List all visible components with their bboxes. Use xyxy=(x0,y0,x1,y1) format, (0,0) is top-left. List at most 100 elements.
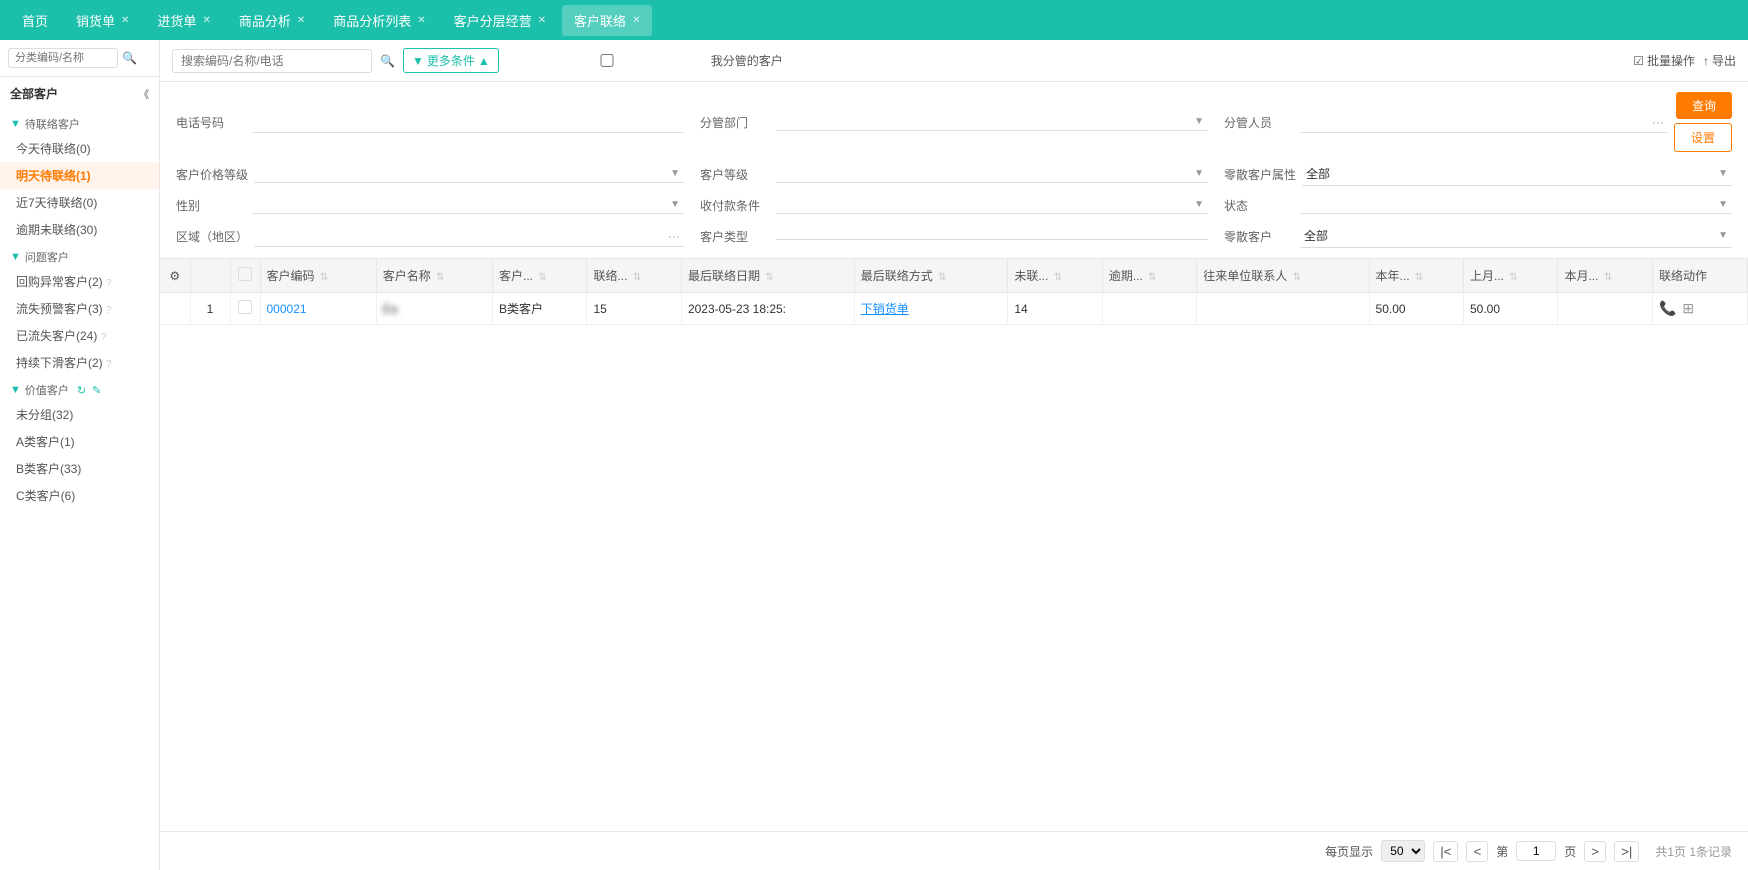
export-button[interactable]: ↑ 导出 xyxy=(1703,52,1736,69)
col-unit-contact[interactable]: 往来单位联系人 ⇅ xyxy=(1197,259,1369,293)
region-select[interactable]: ··· xyxy=(254,226,684,247)
col-no-contact[interactable]: 未联... ⇅ xyxy=(1008,259,1102,293)
my-customers-check[interactable] xyxy=(507,54,707,67)
retail-attr-select[interactable]: 全部 ▼ xyxy=(1302,162,1732,186)
filter-retail-customer: 零散客户 全部 ▼ xyxy=(1224,224,1732,248)
sidebar: 🔍 全部客户 《 ▼ 待联络客户 今天待联络(0) 明天待联络(1) 近7天待联… xyxy=(0,40,160,870)
action-phone-icon[interactable]: 📞 xyxy=(1659,300,1676,317)
col-num xyxy=(190,259,230,293)
retail-customer-select[interactable]: 全部 ▼ xyxy=(1300,224,1732,248)
sidebar-7day-contact[interactable]: 近7天待联络(0) xyxy=(0,189,159,216)
col-checkbox[interactable] xyxy=(230,259,260,293)
nav-close-purchase-order[interactable]: ✕ xyxy=(202,15,210,26)
filter-search-icon[interactable]: 🔍 xyxy=(380,54,395,68)
set-button[interactable]: 设置 xyxy=(1674,123,1732,152)
filter-status: 状态 ▼ xyxy=(1224,196,1732,214)
row-last-contact-method[interactable]: 下销货单 xyxy=(854,293,1008,325)
sidebar-collapse-icon: 《 xyxy=(139,86,149,101)
col-code[interactable]: 客户编码 ⇅ xyxy=(260,259,376,293)
col-last-contact-date[interactable]: 最后联络日期 ⇅ xyxy=(681,259,854,293)
nav-close-customer-layering[interactable]: ✕ xyxy=(538,15,546,26)
customer-level-select[interactable]: ▼ xyxy=(776,165,1208,183)
manager-label: 分管人员 xyxy=(1224,114,1294,131)
sidebar-search-icon[interactable]: 🔍 xyxy=(122,51,137,65)
sidebar-class-c[interactable]: C类客户(6) xyxy=(0,482,159,509)
sidebar-overdue-contact[interactable]: 逾期未联络(30) xyxy=(0,216,159,243)
sidebar-all-customers[interactable]: 全部客户 《 xyxy=(0,77,159,110)
status-select[interactable]: ▼ xyxy=(1300,196,1732,214)
page-input[interactable] xyxy=(1516,841,1556,861)
nav-close-sales-order[interactable]: ✕ xyxy=(121,15,129,26)
pagination: 每页显示 50 |< < 第 页 > >| 共1页 1条记录 xyxy=(160,831,1748,870)
batch-operation-button[interactable]: ☑ 批量操作 xyxy=(1633,52,1695,69)
sidebar-churn-warning[interactable]: 流失预警客户(3) ? xyxy=(0,295,159,322)
nav-sales-order[interactable]: 销货单 ✕ xyxy=(64,5,141,36)
sidebar-repurchase-abnormal[interactable]: 回购异常客户(2) ? xyxy=(0,268,159,295)
col-last-month[interactable]: 上月... ⇅ xyxy=(1464,259,1558,293)
sidebar-class-a[interactable]: A类客户(1) xyxy=(0,428,159,455)
filter-price-level: 客户价格等级 ▼ xyxy=(176,162,684,186)
row-checkbox[interactable] xyxy=(230,293,260,325)
query-button[interactable]: 查询 xyxy=(1676,92,1732,119)
sidebar-ungrouped[interactable]: 未分组(32) xyxy=(0,401,159,428)
search-input[interactable] xyxy=(172,49,372,73)
col-this-month[interactable]: 本月... ⇅ xyxy=(1558,259,1652,293)
row-this-year: 50.00 xyxy=(1369,293,1463,325)
col-action: 联络动作 xyxy=(1652,259,1747,293)
row-action: 📞 ⊞ xyxy=(1652,293,1747,325)
nav-close-product-analysis-list[interactable]: ✕ xyxy=(417,15,425,26)
col-name[interactable]: 客户名称 ⇅ xyxy=(376,259,492,293)
row-code[interactable]: 000021 xyxy=(260,293,376,325)
nav-product-analysis[interactable]: 商品分析 ✕ xyxy=(227,5,317,36)
price-level-select[interactable]: ▼ xyxy=(254,165,684,183)
sidebar-today-contact[interactable]: 今天待联络(0) xyxy=(0,135,159,162)
nav-customer-layering[interactable]: 客户分层经营 ✕ xyxy=(442,5,558,36)
sidebar-search-input[interactable] xyxy=(8,48,118,68)
last-page-btn[interactable]: >| xyxy=(1614,841,1639,862)
prev-page-btn[interactable]: < xyxy=(1466,841,1488,862)
col-settings[interactable]: ⚙ xyxy=(160,259,190,293)
table-row: 1 000021 Ea B类客户 15 2023-05-23 18:25: 下销… xyxy=(160,293,1748,325)
next-page-btn[interactable]: > xyxy=(1584,841,1606,862)
sidebar-churned[interactable]: 已流失客户(24) ? xyxy=(0,322,159,349)
nav-product-analysis-list[interactable]: 商品分析列表 ✕ xyxy=(321,5,437,36)
dept-select[interactable]: ▼ xyxy=(776,113,1208,131)
row-num: 1 xyxy=(190,293,230,325)
nav-close-product-analysis[interactable]: ✕ xyxy=(297,15,305,26)
row-name[interactable]: Ea xyxy=(376,293,492,325)
gender-select[interactable]: ▼ xyxy=(252,196,684,214)
sidebar-declining[interactable]: 持续下滑客户(2) ? xyxy=(0,349,159,376)
nav-customer-contact[interactable]: 客户联络 ✕ xyxy=(562,5,652,36)
row-last-contact-date: 2023-05-23 18:25: xyxy=(681,293,854,325)
col-type[interactable]: 客户... ⇅ xyxy=(493,259,587,293)
filter-actions: 查询 设置 xyxy=(1674,92,1732,152)
status-arrow: ▼ xyxy=(1718,199,1728,210)
nav-purchase-order[interactable]: 进货单 ✕ xyxy=(145,5,222,36)
manager-dots[interactable]: ··· xyxy=(1652,115,1664,129)
payment-select[interactable]: ▼ xyxy=(776,196,1208,214)
sidebar-tomorrow-contact[interactable]: 明天待联络(1) xyxy=(0,162,159,189)
customer-type-select[interactable] xyxy=(776,233,1208,240)
nav-home[interactable]: 首页 xyxy=(10,5,60,36)
retail-attr-label: 零散客户属性 xyxy=(1224,166,1296,183)
first-page-btn[interactable]: |< xyxy=(1433,841,1458,862)
row-contact: 15 xyxy=(587,293,681,325)
retail-attr-arrow: ▼ xyxy=(1718,168,1728,179)
col-this-year[interactable]: 本年... ⇅ xyxy=(1369,259,1463,293)
filter-more-button[interactable]: ▼ 更多条件 ▲ xyxy=(403,48,499,73)
col-overdue[interactable]: 逾期... ⇅ xyxy=(1102,259,1196,293)
sidebar-class-b[interactable]: B类客户(33) xyxy=(0,455,159,482)
manager-select[interactable]: ··· xyxy=(1300,112,1668,133)
nav-close-customer-contact[interactable]: ✕ xyxy=(632,15,640,26)
per-page-select[interactable]: 50 xyxy=(1381,840,1425,862)
col-last-contact-method[interactable]: 最后联络方式 ⇅ xyxy=(854,259,1008,293)
region-dots[interactable]: ··· xyxy=(668,229,680,243)
col-contact[interactable]: 联络... ⇅ xyxy=(587,259,681,293)
phone-input[interactable] xyxy=(252,112,684,133)
sidebar-refresh-icon[interactable]: ↻ xyxy=(77,384,86,397)
action-qr-icon[interactable]: ⊞ xyxy=(1682,300,1694,317)
header-checkbox[interactable] xyxy=(238,267,252,281)
sidebar-edit-icon[interactable]: ✎ xyxy=(92,384,101,397)
my-customers-checkbox[interactable]: 我分管的客户 xyxy=(507,52,783,69)
gender-label: 性别 xyxy=(176,197,246,214)
